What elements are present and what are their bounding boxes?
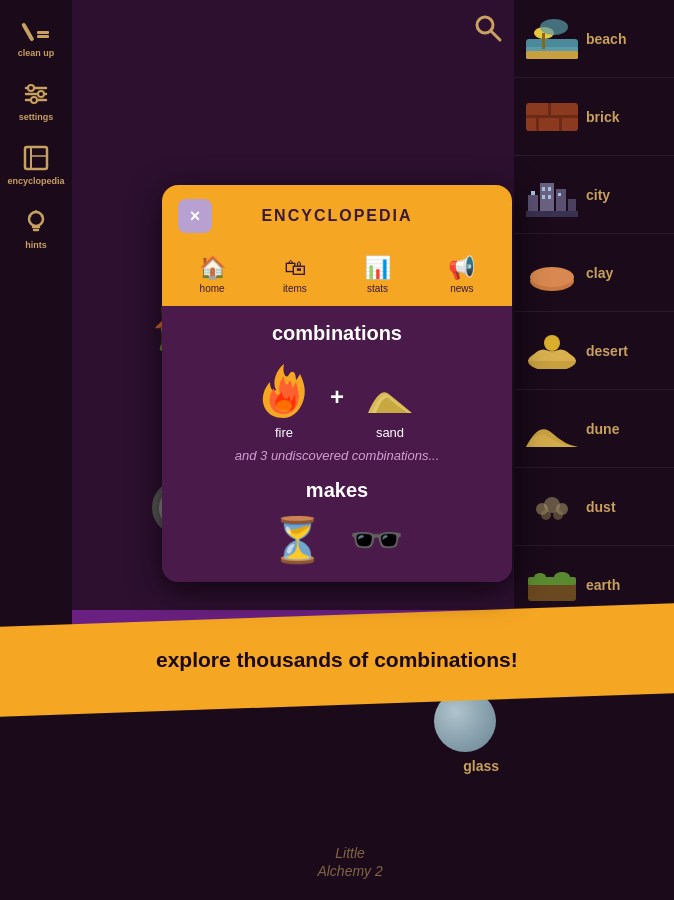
game-title: LittleAlchemy 2 [317,844,382,880]
glass-label: glass [463,758,499,774]
fire-icon [254,361,314,421]
news-tab-label: news [450,283,473,294]
sand-label: sand [376,425,404,440]
makes-title: makes [178,479,496,502]
news-tab-icon: 📢 [448,255,475,281]
sand-icon [360,361,420,421]
combinations-title: combinations [178,322,496,345]
home-tab-icon: 🏠 [199,255,226,281]
tab-home[interactable]: 🏠 home [191,251,234,298]
encyclopedia-modal: × ENCYCLOPEDIA 🏠 home 🛍 items 📊 stats 📢 … [162,185,512,582]
fire-label: fire [275,425,293,440]
items-tab-label: items [283,283,307,294]
modal-title: ENCYCLOPEDIA [212,207,462,225]
close-button[interactable]: × [178,199,212,233]
tab-stats[interactable]: 📊 stats [356,251,399,298]
modal-header: × ENCYCLOPEDIA [162,185,512,247]
stats-tab-icon: 📊 [364,255,391,281]
combo-fire: fire [254,361,314,440]
sunglasses-icon: 🕶️ [349,514,404,566]
stats-tab-label: stats [367,283,388,294]
items-tab-icon: 🛍 [284,255,306,281]
home-tab-label: home [200,283,225,294]
modal-tabs: 🏠 home 🛍 items 📊 stats 📢 news [162,247,512,306]
undiscovered-text: and 3 undiscovered combinations... [178,448,496,463]
banner-text: explore thousands of combinations! [156,648,518,672]
modal-body: combinations fire + [162,306,512,582]
hourglass-icon: ⏳ [270,514,325,566]
makes-row: ⏳ 🕶️ [178,514,496,566]
modal-overlay: × ENCYCLOPEDIA 🏠 home 🛍 items 📊 stats 📢 … [0,0,674,640]
makes-hourglass: ⏳ [270,514,325,566]
svg-point-60 [276,400,292,412]
combo-sand: sand [360,361,420,440]
combinations-row: fire + sand [178,361,496,440]
makes-sunglasses: 🕶️ [349,514,404,566]
tab-items[interactable]: 🛍 items [275,251,315,298]
plus-sign: + [330,383,344,411]
tab-news[interactable]: 📢 news [440,251,483,298]
